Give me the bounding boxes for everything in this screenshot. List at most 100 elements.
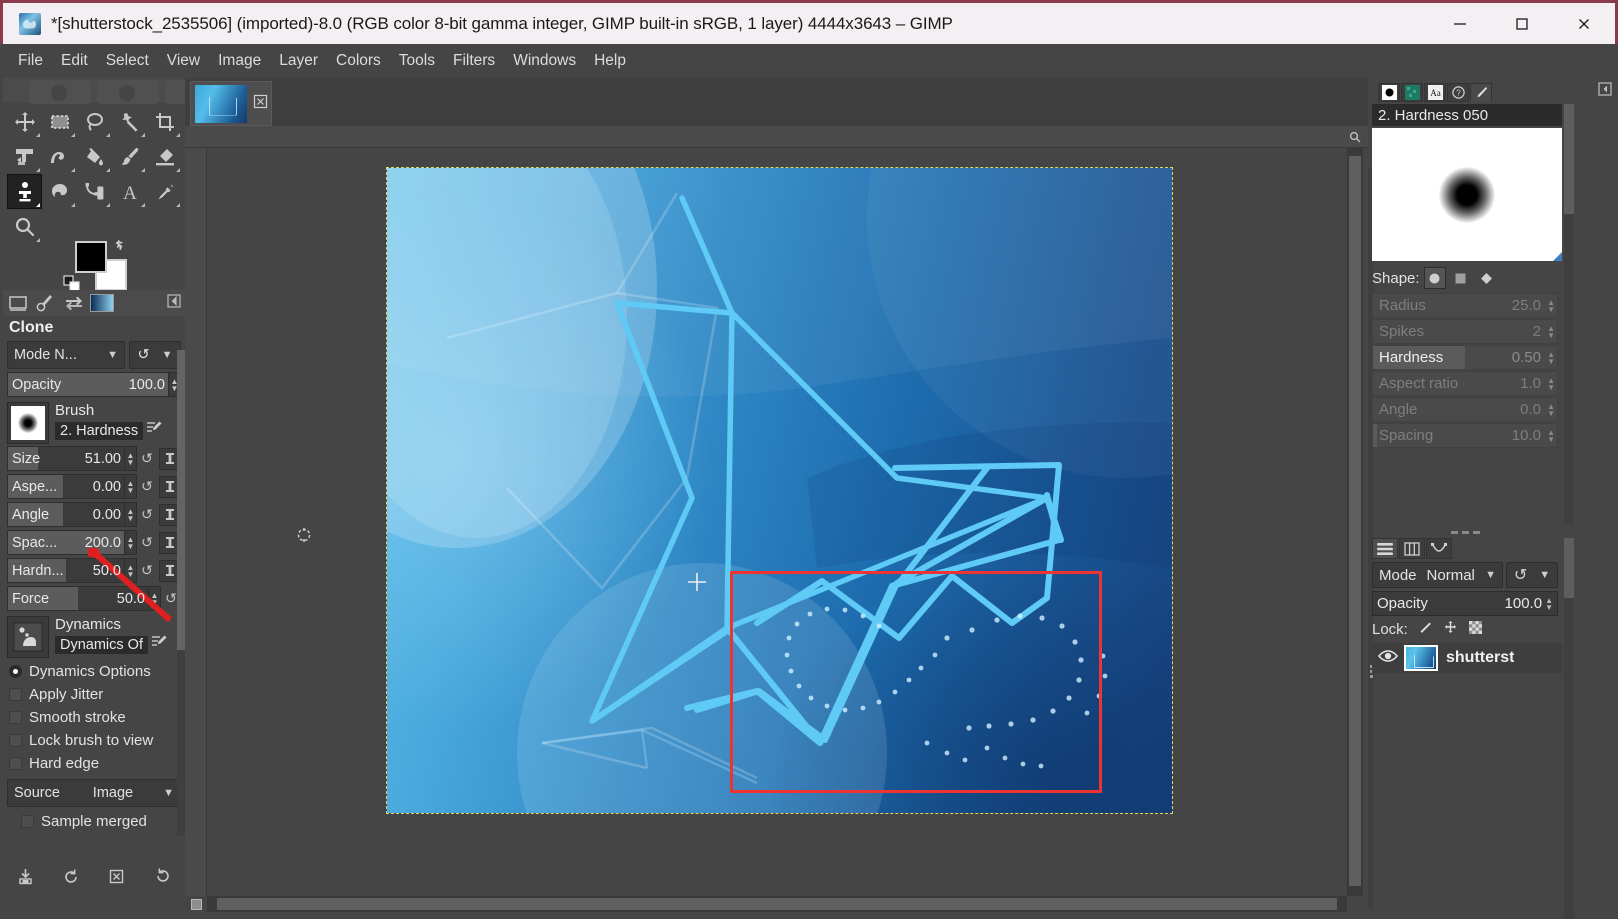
layers-tab[interactable]	[1372, 538, 1398, 559]
paths-tool[interactable]	[77, 174, 112, 209]
dynamics-thumbnail[interactable]	[7, 616, 49, 658]
smudge-tool[interactable]	[42, 174, 77, 209]
toolbox-collapse-icon[interactable]	[167, 293, 181, 313]
lock-brush-to-view-checkbox[interactable]: Lock brush to view	[3, 729, 185, 752]
brush-name-field[interactable]: 2. Hardness	[55, 422, 144, 440]
brush-hardness-slider[interactable]: Hardness 0.50 ▲ ▼	[1372, 345, 1558, 370]
hard-edge-checkbox[interactable]: Hard edge	[3, 752, 185, 775]
shape-diamond-button[interactable]	[1476, 267, 1498, 289]
free-select-tool[interactable]	[77, 104, 112, 139]
text-tool[interactable]: A	[112, 174, 147, 209]
horizontal-scrollbar[interactable]	[207, 896, 1347, 912]
edit-brush-icon[interactable]	[146, 419, 163, 440]
active-image-icon[interactable]	[5, 291, 31, 315]
radius-slider[interactable]: Radius 25.0 ▲ ▼	[1372, 293, 1558, 318]
channels-tab[interactable]	[1399, 538, 1425, 559]
hardness-slider[interactable]: Hardn... 50.0	[7, 558, 125, 583]
fuzzy-select-tool[interactable]	[112, 104, 147, 139]
paintbrush-tool[interactable]	[112, 139, 147, 174]
hardness-reset-icon[interactable]: ↺	[137, 562, 157, 579]
close-button[interactable]	[1553, 3, 1615, 44]
smooth-stroke-checkbox[interactable]: Smooth stroke	[3, 706, 185, 729]
menu-file[interactable]: File	[9, 48, 52, 74]
foreground-color-swatch[interactable]	[75, 241, 107, 273]
size-reset-icon[interactable]: ↺	[137, 450, 157, 467]
menu-help[interactable]: Help	[585, 48, 635, 74]
delete-tool-preset-icon[interactable]	[108, 868, 125, 890]
size-stepper[interactable]: ▲ ▼	[125, 446, 137, 471]
dynamics-name-field[interactable]: Dynamics Of	[55, 636, 148, 654]
layer-mode-reset-dropdown[interactable]: ↺ ▼	[1506, 562, 1558, 588]
angle-slider[interactable]: Angle 0.00	[7, 502, 125, 527]
patterns-tab[interactable]	[1401, 82, 1423, 102]
menu-select[interactable]: Select	[97, 48, 158, 74]
edit-dynamics-icon[interactable]	[151, 633, 168, 654]
force-slider[interactable]: Force 50.0	[7, 586, 149, 611]
menu-view[interactable]: View	[158, 48, 209, 74]
paths-tab[interactable]	[1426, 538, 1452, 559]
brush-angle-slider[interactable]: Angle 0.0 ▲ ▼	[1372, 397, 1558, 422]
aspect-stepper[interactable]: ▲ ▼	[125, 474, 137, 499]
layer-opacity-slider[interactable]: Opacity 100.0 ▲ ▼	[1372, 591, 1558, 616]
maximize-button[interactable]	[1491, 3, 1553, 44]
brushes-tab[interactable]	[1378, 82, 1400, 102]
aspect-reset-icon[interactable]: ↺	[137, 478, 157, 495]
quickmask-toggle[interactable]	[185, 896, 207, 912]
minimize-button[interactable]	[1429, 3, 1491, 44]
spacing-reset-icon[interactable]: ↺	[137, 534, 157, 551]
eye-visibility-icon[interactable]	[1372, 649, 1404, 668]
spacing-stepper[interactable]: ▲ ▼	[125, 530, 137, 555]
layers-scrollbar[interactable]	[1564, 538, 1574, 919]
warp-tool[interactable]	[42, 139, 77, 174]
move-tool[interactable]	[7, 104, 42, 139]
canvas-viewport[interactable]	[207, 148, 1347, 896]
fonts-tab[interactable]: Aa	[1424, 82, 1446, 102]
brush-thumbnail[interactable]	[7, 402, 49, 444]
hardness-stepper[interactable]: ▲ ▼	[125, 558, 137, 583]
menu-tools[interactable]: Tools	[390, 48, 444, 74]
menu-filters[interactable]: Filters	[444, 48, 504, 74]
lock-alpha-icon[interactable]	[1468, 620, 1483, 639]
rectangle-select-tool[interactable]	[42, 104, 77, 139]
menu-image[interactable]: Image	[209, 48, 270, 74]
active-gradient-icon[interactable]	[89, 291, 115, 315]
menu-edit[interactable]: Edit	[52, 48, 97, 74]
lock-position-icon[interactable]	[1443, 620, 1458, 639]
paint-mode-dropdown[interactable]: Mode N... ▼	[7, 341, 125, 369]
dock-separator[interactable]	[1372, 527, 1558, 537]
sample-merged-checkbox[interactable]: Sample merged	[3, 810, 185, 833]
restore-tool-preset-icon[interactable]	[63, 868, 80, 890]
toolbox-dragbar[interactable]	[3, 78, 227, 104]
shape-circle-button[interactable]	[1423, 267, 1446, 289]
save-tool-preset-icon[interactable]	[17, 868, 34, 890]
dock-collapse-icon[interactable]	[1598, 82, 1612, 101]
aspect-ratio-brush-slider[interactable]: Aspect ratio 1.0 ▲ ▼	[1372, 371, 1558, 396]
vertical-scrollbar[interactable]	[1347, 148, 1363, 896]
help-tab[interactable]: ?	[1447, 82, 1469, 102]
eraser-tool[interactable]	[147, 139, 182, 174]
lock-pixels-icon[interactable]	[1418, 620, 1433, 639]
shape-square-button[interactable]	[1450, 267, 1472, 289]
mode-reset-dropdown[interactable]: ↺ ▼	[129, 341, 181, 369]
angle-reset-icon[interactable]: ↺	[137, 506, 157, 523]
clone-tool[interactable]	[7, 174, 42, 209]
aspect-ratio-slider[interactable]: Aspe... 0.00	[7, 474, 125, 499]
layer-row[interactable]: shutterst	[1372, 643, 1562, 673]
angle-stepper[interactable]: ▲ ▼	[125, 502, 137, 527]
brush-editor-scrollbar[interactable]	[1564, 104, 1574, 524]
swap-colors-icon[interactable]	[111, 239, 127, 260]
menu-layer[interactable]: Layer	[270, 48, 327, 74]
menu-windows[interactable]: Windows	[504, 48, 585, 74]
image-tab[interactable]	[190, 81, 272, 126]
layer-mode-dropdown[interactable]: Mode Normal ▼	[1372, 562, 1503, 588]
active-pattern-icon[interactable]	[61, 291, 87, 315]
navigation-preview-button[interactable]	[1347, 126, 1363, 148]
brush-spacing-slider[interactable]: Spacing 10.0 ▲ ▼	[1372, 423, 1558, 448]
spacing-slider[interactable]: Spac... 200.0	[7, 530, 125, 555]
layer-opacity-stepper[interactable]: ▲ ▼	[1545, 596, 1553, 611]
vertical-ruler[interactable]	[185, 148, 207, 896]
size-slider[interactable]: Size 51.00	[7, 446, 125, 471]
dynamics-options-expander[interactable]: Dynamics Options	[3, 660, 185, 683]
unified-transform-tool[interactable]	[7, 139, 42, 174]
horizontal-ruler[interactable]	[185, 126, 1368, 148]
